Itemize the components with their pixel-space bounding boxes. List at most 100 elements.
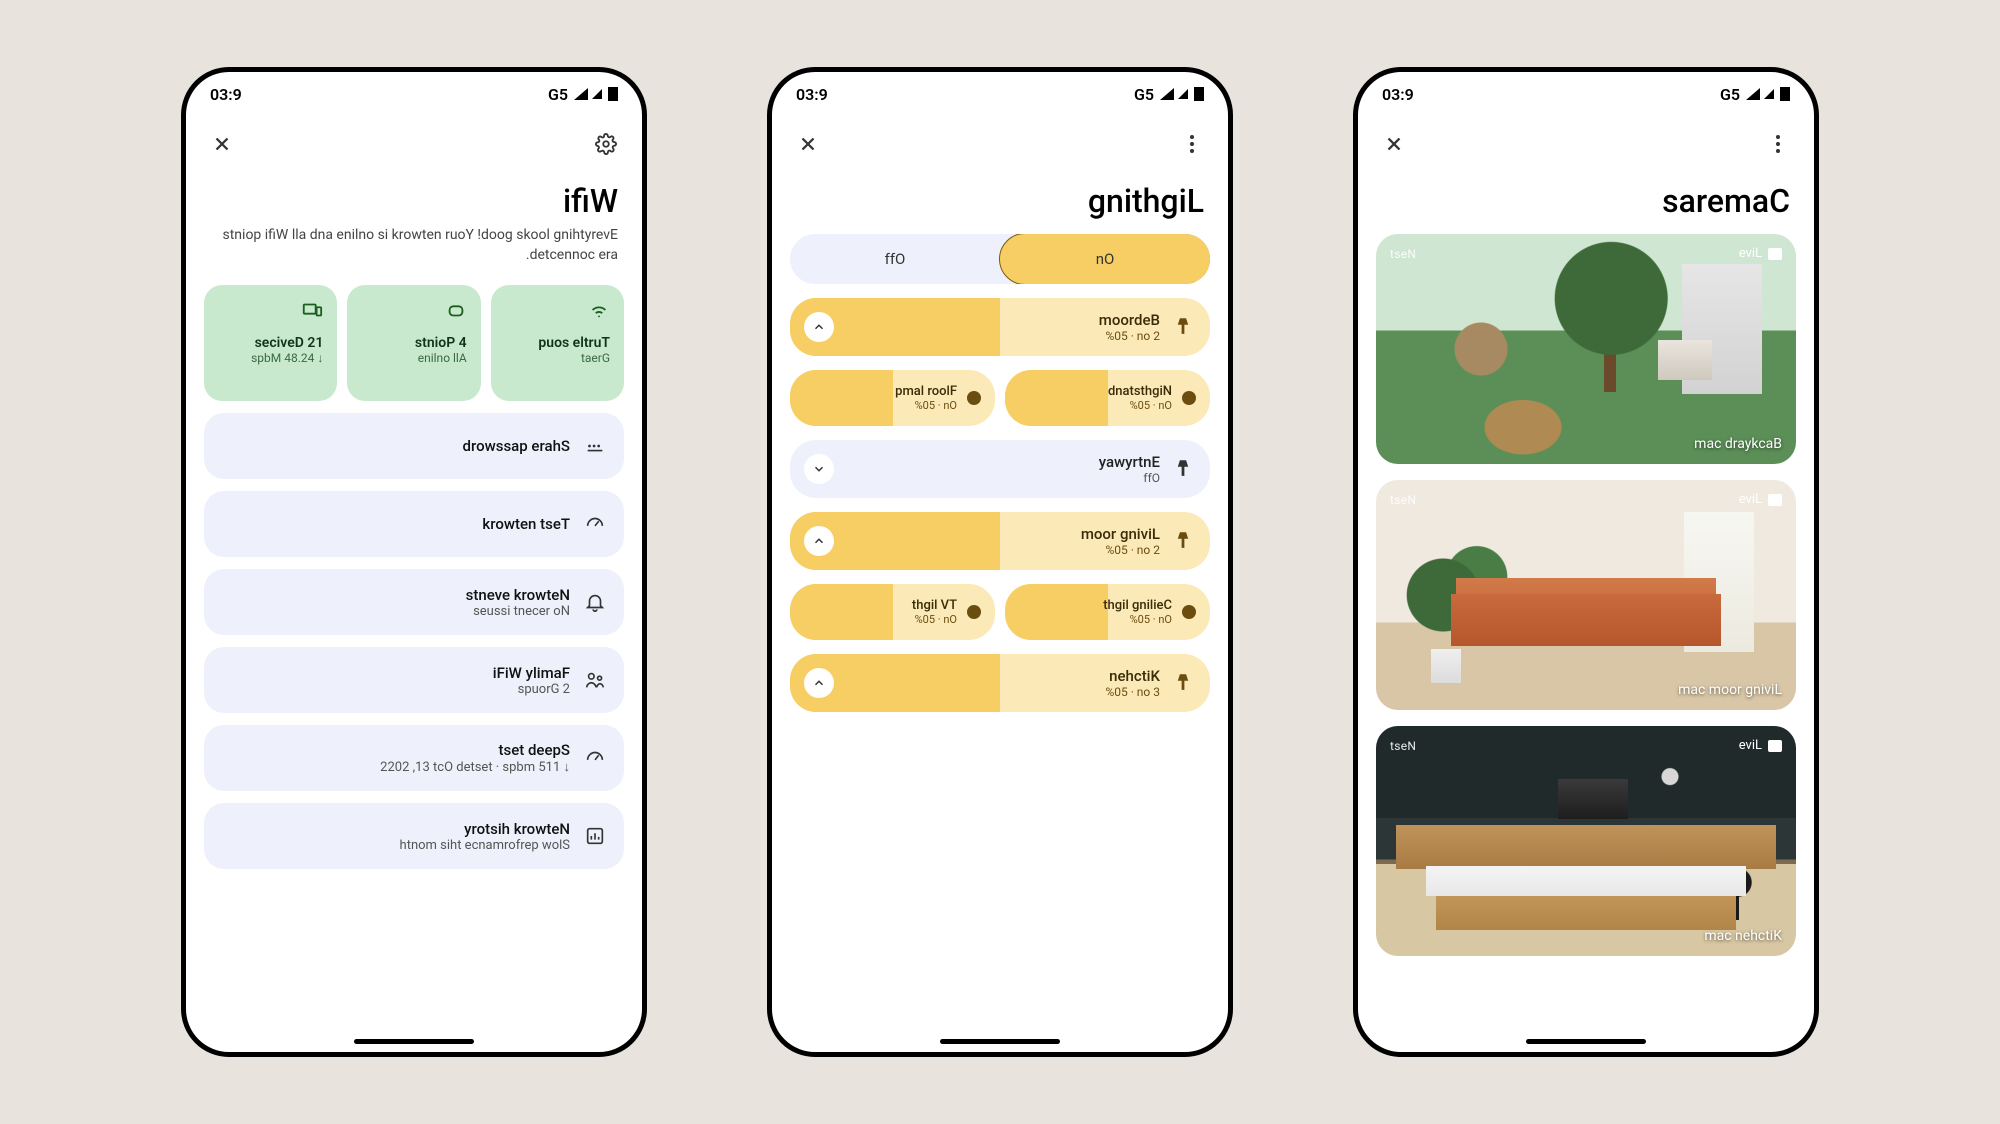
live-badge: Live (1739, 738, 1782, 753)
room-bedroom[interactable]: Bedroom 2 on · 50% (790, 298, 1210, 356)
light-name: Ceiling light (1103, 598, 1172, 613)
close-icon[interactable] (1380, 130, 1408, 158)
camera-brand: Nest (1390, 493, 1416, 507)
light-group-icon (1172, 672, 1194, 694)
camera-kitchen[interactable]: Live Nest Kitchen cam (1376, 726, 1796, 956)
live-dot-icon (1768, 248, 1782, 260)
light-name: TV light (912, 598, 957, 613)
tile-sub: All online (418, 351, 467, 365)
live-dot-icon (1768, 494, 1782, 506)
light-sub: On · 50% (1108, 399, 1172, 412)
wifi-item-network-events[interactable]: Network events No recent issues (204, 569, 624, 635)
camera-name: Backyard cam (1390, 436, 1782, 452)
bulb-icon (967, 391, 981, 405)
status-bar: 5G 9:30 (772, 72, 1228, 116)
item-title: Test network (482, 515, 570, 533)
close-icon[interactable] (208, 130, 236, 158)
chevron-down-icon[interactable] (804, 454, 834, 484)
signal-icon-2 (1746, 88, 1760, 100)
family-icon (584, 669, 606, 691)
tile-title: 4 Points (415, 335, 467, 351)
light-name: Nightstand (1108, 384, 1172, 399)
page-subtitle: Everything looks good! Your network is o… (186, 226, 642, 277)
item-title: Speed test (380, 741, 570, 759)
light-sub: On · 50% (1103, 613, 1172, 626)
camera-brand: Nest (1390, 739, 1416, 753)
room-title: Living room (1081, 525, 1160, 543)
bulb-icon (967, 605, 981, 619)
settings-icon[interactable] (592, 130, 620, 158)
wifi-tile-points[interactable]: 4 Points All online (347, 285, 480, 401)
item-title: Share password (463, 437, 570, 455)
devices-icon (301, 299, 323, 321)
room-title: Entryway (1099, 453, 1160, 471)
item-sub: 2 Groups (493, 682, 570, 697)
live-badge: Live (1739, 492, 1782, 507)
chevron-up-icon[interactable] (804, 312, 834, 342)
room-kitchen[interactable]: Kitchen 3 on · 50% (790, 654, 1210, 712)
network-label: 5G (1134, 85, 1154, 104)
camera-brand: Nest (1390, 247, 1416, 261)
page-title: Cameras (1358, 172, 1814, 226)
wifi-item-speed-test[interactable]: Speed test ↓ 115 mbps · tested Oct 31, 2… (204, 725, 624, 791)
overflow-menu-icon[interactable] (1764, 130, 1792, 158)
page-title: Wifi (186, 172, 642, 226)
network-label: 5G (548, 85, 568, 104)
item-sub: No recent issues (466, 604, 570, 619)
live-dot-icon (1768, 740, 1782, 752)
camera-backyard[interactable]: Live Nest Backyard cam (1376, 234, 1796, 464)
item-sub: Slow performance this month (400, 838, 570, 853)
room-title: Bedroom (1099, 311, 1160, 329)
battery-icon (608, 87, 618, 101)
chevron-up-icon[interactable] (804, 526, 834, 556)
phone-wifi: 5G 9:30 Wifi Everything looks good! Your… (181, 67, 647, 1057)
wifi-item-family-wifi[interactable]: Family WiFi 2 Groups (204, 647, 624, 713)
camera-name: Kitchen cam (1390, 928, 1782, 944)
toggle-on[interactable]: On (999, 234, 1210, 284)
light-ceiling[interactable]: Ceiling lightOn · 50% (1005, 584, 1210, 640)
wifi-item-share-password[interactable]: Share password (204, 413, 624, 479)
light-group-icon (1172, 458, 1194, 480)
gauge-icon (584, 747, 606, 769)
item-title: Family WiFi (493, 664, 570, 682)
tile-sub: ↓ 42.84 Mbps (251, 351, 323, 365)
speed-icon (584, 513, 606, 535)
status-time: 9:30 (1382, 85, 1414, 104)
password-icon (584, 435, 606, 457)
tile-title: 12 Devices (255, 335, 324, 351)
signal-icon-2 (574, 88, 588, 100)
bulb-icon (1182, 605, 1196, 619)
bell-icon (584, 591, 606, 613)
camera-name: Living room cam (1390, 682, 1782, 698)
wifi-tile-network[interactable]: Turtle soup Great (491, 285, 624, 401)
camera-living-room[interactable]: Live Nest Living room cam (1376, 480, 1796, 710)
lighting-toggle[interactable]: On Off (790, 234, 1210, 284)
room-entryway[interactable]: Entryway Off (790, 440, 1210, 498)
chevron-up-icon[interactable] (804, 668, 834, 698)
room-living-room[interactable]: Living room 2 on · 50% (790, 512, 1210, 570)
light-nightstand[interactable]: NightstandOn · 50% (1005, 370, 1210, 426)
room-title: Kitchen (1105, 667, 1160, 685)
light-sub: On · 50% (895, 399, 957, 412)
router-icon (445, 299, 467, 321)
battery-icon (1194, 87, 1204, 101)
wifi-tile-devices[interactable]: 12 Devices ↓ 42.84 Mbps (204, 285, 337, 401)
status-bar: 5G 9:30 (186, 72, 642, 116)
home-indicator (940, 1039, 1060, 1044)
wifi-item-network-history[interactable]: Network history Slow performance this mo… (204, 803, 624, 869)
item-title: Network history (400, 820, 570, 838)
light-floor-lamp[interactable]: Floor lampOn · 50% (790, 370, 995, 426)
light-tv[interactable]: TV lightOn · 50% (790, 584, 995, 640)
tile-sub: Great (581, 351, 610, 365)
close-icon[interactable] (794, 130, 822, 158)
home-indicator (354, 1039, 474, 1044)
overflow-menu-icon[interactable] (1178, 130, 1206, 158)
status-bar: 5G 9:30 (1358, 72, 1814, 116)
phone-cameras: 5G 9:30 Cameras Live Nest Backyard c (1353, 67, 1819, 1057)
network-label: 5G (1720, 85, 1740, 104)
room-sub: 2 on · 50% (1099, 329, 1160, 343)
wifi-item-test-network[interactable]: Test network (204, 491, 624, 557)
room-sub: Off (1099, 471, 1160, 485)
phone-lighting: 5G 9:30 Lighting On Off Bed (767, 67, 1233, 1057)
toggle-off[interactable]: Off (790, 234, 1000, 284)
